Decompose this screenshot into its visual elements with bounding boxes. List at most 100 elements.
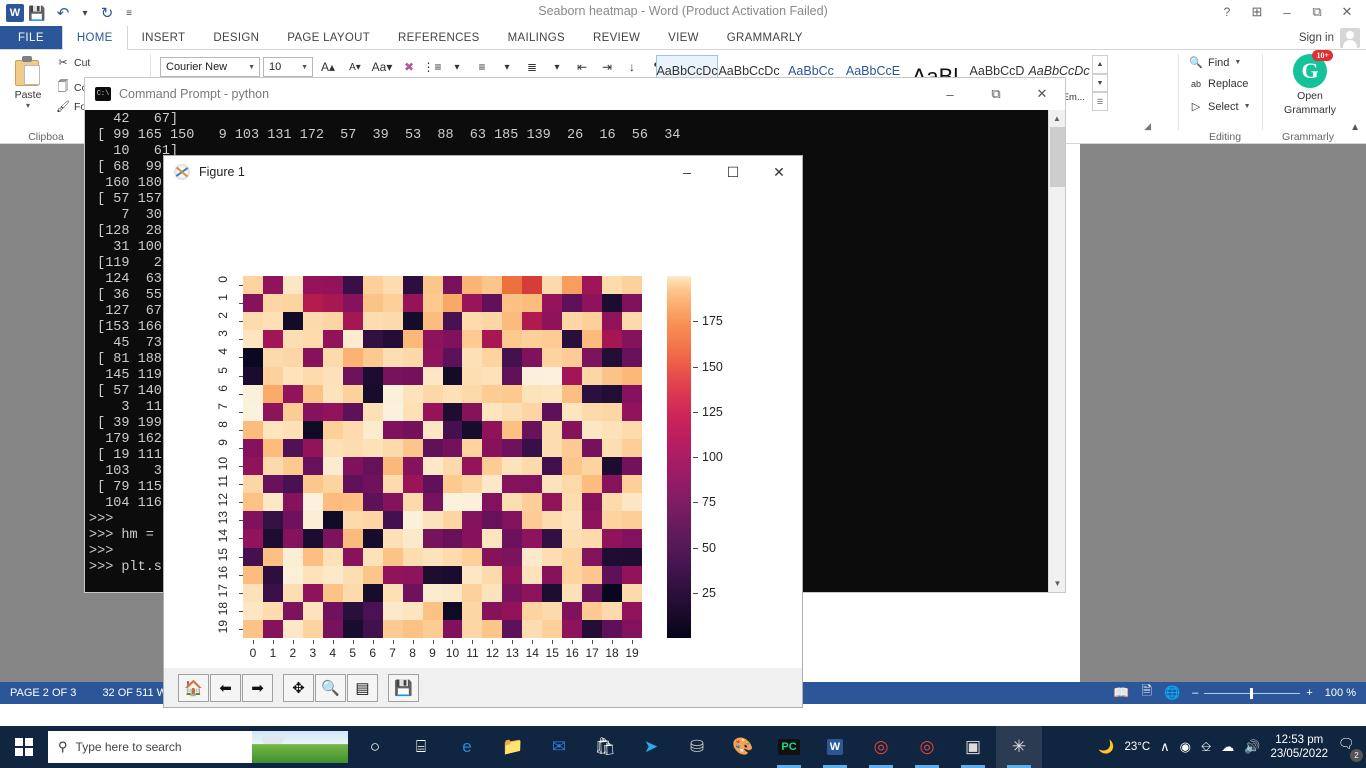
avatar[interactable] bbox=[1340, 27, 1360, 48]
paint-icon[interactable]: 🎨 bbox=[720, 726, 766, 768]
pan-icon[interactable]: ✥ bbox=[283, 673, 314, 702]
numbering-dropdown-icon[interactable]: ▾ bbox=[495, 56, 519, 78]
redo-icon[interactable]: ↻ bbox=[94, 1, 120, 25]
bullets-icon[interactable]: ⋮≡ bbox=[420, 56, 444, 78]
camera-icon[interactable]: ⎒ bbox=[1201, 739, 1211, 755]
heatmap-grid[interactable] bbox=[243, 276, 642, 638]
pycharm-icon[interactable]: PC bbox=[766, 726, 812, 768]
help-icon[interactable]: ? bbox=[1212, 0, 1242, 24]
undo-dropdown-icon[interactable]: ▾ bbox=[76, 1, 94, 25]
weather-moon-icon[interactable]: 🌙 bbox=[1098, 739, 1114, 755]
close-button[interactable]: ✕ bbox=[756, 156, 802, 188]
onedrive-icon[interactable]: ☁ bbox=[1221, 739, 1234, 755]
increase-indent-icon[interactable]: ⇥ bbox=[595, 56, 619, 78]
zoom-handle[interactable] bbox=[1250, 687, 1254, 699]
forward-arrow-icon[interactable]: ➡ bbox=[242, 673, 273, 702]
scroll-down-icon[interactable]: ▼ bbox=[1092, 73, 1108, 93]
zoom-out-button[interactable]: – bbox=[1192, 687, 1198, 699]
edge-icon[interactable]: e bbox=[444, 726, 490, 768]
word-icon[interactable]: W bbox=[812, 726, 858, 768]
tab-view[interactable]: VIEW bbox=[654, 26, 713, 49]
shrink-font-icon[interactable]: A▾ bbox=[343, 56, 367, 78]
record-icon[interactable]: ◉ bbox=[1180, 739, 1191, 755]
configure-subplots-icon[interactable]: ▤ bbox=[347, 673, 378, 702]
notifications-icon[interactable]: 🗨 2 bbox=[1338, 736, 1363, 762]
tab-mailings[interactable]: MAILINGS bbox=[494, 26, 579, 49]
tab-insert[interactable]: INSERT bbox=[128, 26, 200, 49]
customize-qat-icon[interactable]: ≡ bbox=[120, 1, 138, 25]
back-arrow-icon[interactable]: ⬅ bbox=[210, 673, 241, 702]
paste-dropdown-icon[interactable]: ▾ bbox=[6, 101, 50, 110]
styles-gallery-scrollbar[interactable]: ▲ ▼ ☰ bbox=[1092, 55, 1108, 112]
tab-review[interactable]: REVIEW bbox=[579, 26, 654, 49]
find-dropdown-icon[interactable]: ▼ bbox=[1234, 59, 1241, 66]
grow-font-icon[interactable]: A▴ bbox=[316, 56, 340, 78]
tab-file[interactable]: FILE bbox=[0, 26, 62, 49]
scrollbar-thumb[interactable] bbox=[1050, 127, 1065, 187]
save-icon[interactable]: 💾 bbox=[24, 1, 50, 25]
styles-more-icon[interactable]: ☰ bbox=[1092, 92, 1108, 112]
multilevel-dropdown-icon[interactable]: ▾ bbox=[545, 56, 569, 78]
open-grammarly-button[interactable]: G 10+ Open Grammarly bbox=[1268, 50, 1352, 116]
font-family-combo[interactable]: Courier New ▼ bbox=[160, 57, 260, 77]
scroll-down-icon[interactable]: ▼ bbox=[1049, 575, 1066, 592]
select-dropdown-icon[interactable]: ▼ bbox=[1244, 103, 1251, 110]
scroll-up-icon[interactable]: ▲ bbox=[1092, 55, 1108, 74]
chrome-m-icon[interactable]: ◎ bbox=[858, 726, 904, 768]
change-case-icon[interactable]: Aa▾ bbox=[370, 56, 394, 78]
numbering-icon[interactable]: ≡ bbox=[470, 56, 494, 78]
minimize-button[interactable]: – bbox=[927, 78, 973, 110]
page-indicator[interactable]: PAGE 2 OF 3 bbox=[10, 687, 76, 699]
tab-home[interactable]: HOME bbox=[61, 26, 128, 50]
ribbon-display-options-icon[interactable]: ⊞ bbox=[1242, 0, 1272, 24]
cut-button[interactable]: ✂ Cut bbox=[56, 56, 90, 70]
zoom-slider[interactable]: – + bbox=[1192, 687, 1313, 699]
home-icon[interactable]: 🏠 bbox=[178, 673, 209, 702]
sign-in-area[interactable]: Sign in bbox=[1299, 26, 1366, 49]
database-icon[interactable]: ⛁ bbox=[674, 726, 720, 768]
figure-title-bar[interactable]: Figure 1 – ☐ ✕ bbox=[164, 156, 802, 188]
tab-grammarly[interactable]: GRAMMARLY bbox=[713, 26, 817, 49]
clock[interactable]: 12:53 pm 23/05/2022 bbox=[1270, 733, 1328, 761]
minimize-button[interactable]: – bbox=[1272, 0, 1302, 24]
matplotlib-figure-icon[interactable]: ✳ bbox=[996, 726, 1042, 768]
close-button[interactable]: ✕ bbox=[1332, 0, 1362, 24]
sort-icon[interactable]: ↓ bbox=[620, 56, 644, 78]
command-prompt-title-bar[interactable]: C:\ Command Prompt - python – ⧉ ✕ bbox=[85, 78, 1065, 110]
restore-button[interactable]: ⧉ bbox=[1302, 0, 1332, 24]
bullets-dropdown-icon[interactable]: ▾ bbox=[445, 56, 469, 78]
volume-icon[interactable]: 🔊 bbox=[1244, 739, 1260, 755]
file-explorer-icon[interactable]: 📁 bbox=[490, 726, 536, 768]
font-size-combo[interactable]: 10 ▼ bbox=[263, 57, 313, 77]
command-prompt-icon[interactable]: ▣ bbox=[950, 726, 996, 768]
minimize-button[interactable]: – bbox=[664, 156, 710, 188]
print-layout-icon[interactable]: 🗎 bbox=[1142, 682, 1152, 704]
clear-formatting-icon[interactable]: ✖ bbox=[397, 56, 421, 78]
telegram-icon[interactable]: ➤ bbox=[628, 726, 674, 768]
web-layout-icon[interactable]: 🌐 bbox=[1164, 685, 1180, 701]
tab-references[interactable]: REFERENCES bbox=[384, 26, 494, 49]
temperature[interactable]: 23°C bbox=[1124, 741, 1150, 753]
styles-dialog-launcher-icon[interactable]: ◢ bbox=[1144, 121, 1151, 132]
zoom-in-button[interactable]: + bbox=[1306, 687, 1312, 699]
chrome-icon[interactable]: ◎ bbox=[904, 726, 950, 768]
tab-page-layout[interactable]: PAGE LAYOUT bbox=[273, 26, 384, 49]
close-button[interactable]: ✕ bbox=[1019, 78, 1065, 110]
mail-icon[interactable]: ✉ bbox=[536, 726, 582, 768]
restore-button[interactable]: ☐ bbox=[710, 156, 756, 188]
search-input[interactable]: ⚲ Type here to search bbox=[48, 731, 348, 763]
multilevel-list-icon[interactable]: ≣ bbox=[520, 56, 544, 78]
read-mode-icon[interactable]: 📖 bbox=[1113, 685, 1129, 701]
figure-canvas[interactable]: 0 1 2 3 4 5 6 7 8 9 10 11 12 13 14 15 16 17 18 19 012345678… bbox=[164, 188, 802, 670]
restore-button[interactable]: ⧉ bbox=[973, 78, 1019, 110]
copy-button[interactable]: 🗍 Co bbox=[56, 78, 88, 97]
tab-design[interactable]: DESIGN bbox=[199, 26, 273, 49]
console-scrollbar[interactable]: ▲ ▼ bbox=[1048, 110, 1065, 592]
task-view-icon[interactable]: ⌸ bbox=[398, 726, 444, 768]
cortana-icon[interactable]: ○ bbox=[352, 726, 398, 768]
undo-icon[interactable]: ↶ bbox=[50, 1, 76, 25]
collapse-ribbon-icon[interactable]: ▲ bbox=[1350, 122, 1360, 133]
paste-button[interactable]: Paste ▾ bbox=[6, 56, 50, 110]
scroll-up-icon[interactable]: ▲ bbox=[1049, 110, 1065, 127]
microsoft-store-icon[interactable]: 🛍 bbox=[582, 726, 628, 768]
